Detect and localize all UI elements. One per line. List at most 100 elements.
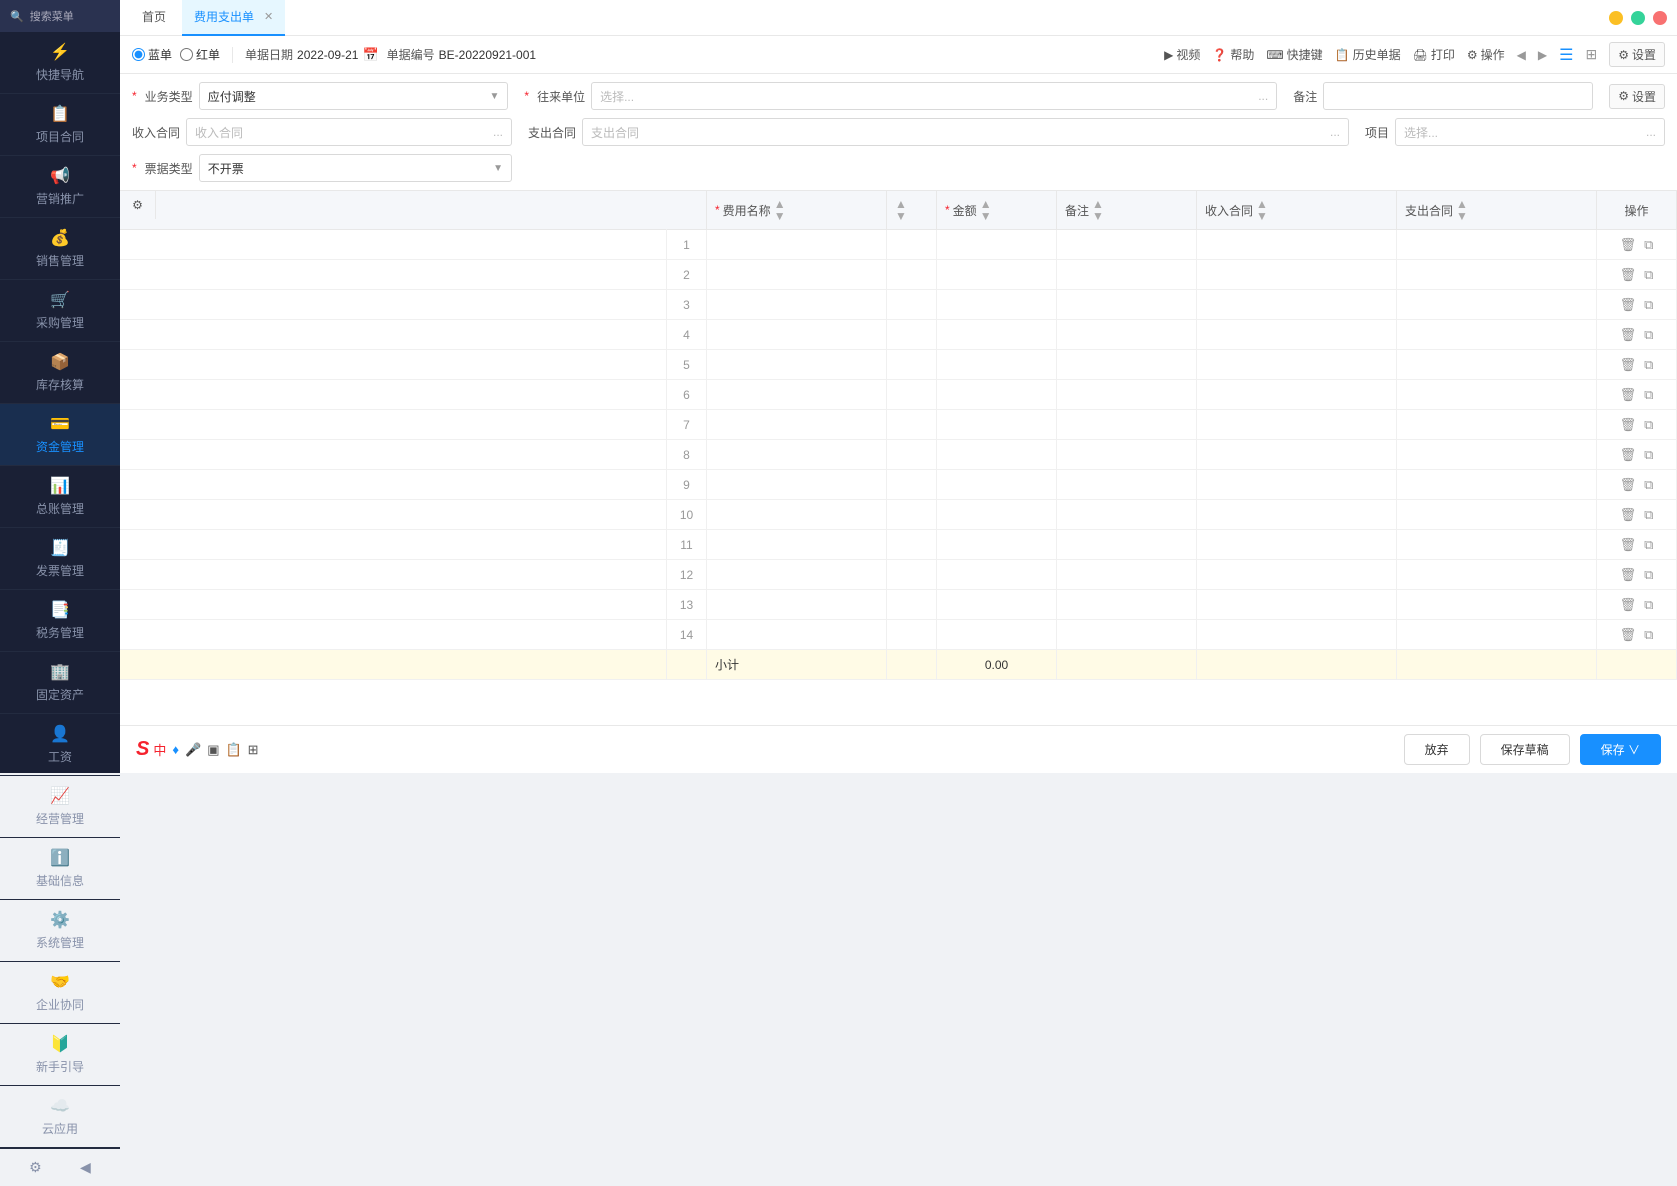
tab-close-expense-bill[interactable]: ✕ bbox=[264, 10, 273, 23]
delete-icon[interactable]: 🗑 bbox=[1620, 267, 1637, 283]
row-expense-contract[interactable] bbox=[1397, 380, 1597, 410]
copy-icon[interactable]: ⧉ bbox=[1644, 477, 1653, 493]
row-amount[interactable] bbox=[937, 350, 1057, 380]
delete-icon[interactable]: 🗑 bbox=[1620, 357, 1637, 373]
row-expense-name[interactable] bbox=[707, 260, 887, 290]
copy-icon[interactable]: ⧉ bbox=[1644, 507, 1653, 523]
radio-blue[interactable]: 蓝单 bbox=[132, 46, 172, 63]
sidebar-item-capital-mgmt[interactable]: 💳 资金管理 bbox=[0, 404, 120, 466]
income-contract-input[interactable]: 收入合同 ... bbox=[186, 118, 512, 146]
expense-contract-input[interactable]: 支出合同 ... bbox=[582, 118, 1349, 146]
copy-icon[interactable]: ⧉ bbox=[1644, 267, 1653, 283]
settings-icon[interactable]: ⚙ bbox=[29, 1159, 42, 1176]
row-note[interactable] bbox=[1057, 230, 1197, 260]
row-expense-name[interactable] bbox=[707, 320, 887, 350]
copy-icon[interactable]: ⧉ bbox=[1644, 567, 1653, 583]
nav-prev[interactable]: ◀ bbox=[1517, 48, 1526, 62]
view-list-icon[interactable]: ☰ bbox=[1559, 45, 1573, 65]
row-note[interactable] bbox=[1057, 500, 1197, 530]
row-amount[interactable] bbox=[937, 440, 1057, 470]
calendar-icon[interactable]: 📅 bbox=[362, 47, 378, 63]
row-note[interactable] bbox=[1057, 290, 1197, 320]
brand-icon-5[interactable]: 📋 bbox=[225, 742, 241, 758]
sidebar-item-invoice-mgmt[interactable]: 🧾 发票管理 bbox=[0, 528, 120, 590]
copy-icon[interactable]: ⧉ bbox=[1644, 627, 1653, 643]
ops-action[interactable]: ⚙ 操作 bbox=[1467, 46, 1505, 63]
row-expense-name[interactable] bbox=[707, 350, 887, 380]
brand-icon-6[interactable]: ⊞ bbox=[248, 742, 259, 758]
th-income-contract[interactable]: 收入合同 ▲▼ bbox=[1197, 191, 1397, 230]
row-amount[interactable] bbox=[937, 290, 1057, 320]
th-settings[interactable]: ⚙ bbox=[120, 191, 156, 219]
th-note[interactable]: 备注 ▲▼ bbox=[1057, 191, 1197, 230]
sidebar-search[interactable]: 🔍 搜索菜单 bbox=[0, 0, 120, 32]
row-amount[interactable] bbox=[937, 380, 1057, 410]
row-expense-name[interactable] bbox=[707, 500, 887, 530]
th-sort[interactable]: ▲▼ bbox=[887, 191, 937, 230]
counterpart-input[interactable]: 选择... ... bbox=[591, 82, 1277, 110]
delete-icon[interactable]: 🗑 bbox=[1620, 237, 1637, 253]
row-expense-name[interactable] bbox=[707, 620, 887, 650]
delete-icon[interactable]: 🗑 bbox=[1620, 537, 1637, 553]
save-draft-button[interactable]: 保存草稿 bbox=[1480, 734, 1570, 765]
radio-red[interactable]: 红单 bbox=[180, 46, 220, 63]
row-amount[interactable] bbox=[937, 470, 1057, 500]
row-note[interactable] bbox=[1057, 530, 1197, 560]
help-action[interactable]: ❓ 帮助 bbox=[1212, 46, 1254, 63]
row-income-contract[interactable] bbox=[1197, 380, 1397, 410]
row-income-contract[interactable] bbox=[1197, 590, 1397, 620]
sidebar-item-quick-nav[interactable]: ⚡ 快捷导航 bbox=[0, 32, 120, 94]
print-action[interactable]: 🖨 打印 bbox=[1413, 46, 1455, 63]
row-amount[interactable] bbox=[937, 560, 1057, 590]
row-expense-contract[interactable] bbox=[1397, 440, 1597, 470]
delete-icon[interactable]: 🗑 bbox=[1620, 567, 1637, 583]
copy-icon[interactable]: ⧉ bbox=[1644, 417, 1653, 433]
copy-icon[interactable]: ⧉ bbox=[1644, 597, 1653, 613]
video-action[interactable]: ▶ 视频 bbox=[1164, 46, 1200, 63]
project-input[interactable]: 选择... ... bbox=[1395, 118, 1665, 146]
sidebar-item-purchase-mgmt[interactable]: 🛒 采购管理 bbox=[0, 280, 120, 342]
sidebar-item-tax-mgmt[interactable]: 📑 税务管理 bbox=[0, 590, 120, 652]
history-action[interactable]: 📋 历史单据 bbox=[1335, 46, 1401, 63]
row-expense-name[interactable] bbox=[707, 470, 887, 500]
row-amount[interactable] bbox=[937, 410, 1057, 440]
row-expense-contract[interactable] bbox=[1397, 620, 1597, 650]
copy-icon[interactable]: ⧉ bbox=[1644, 237, 1653, 253]
row-expense-name[interactable] bbox=[707, 560, 887, 590]
brand-icon-3[interactable]: 🎤 bbox=[185, 742, 201, 758]
row-amount[interactable] bbox=[937, 590, 1057, 620]
form-setting-btn[interactable]: ⚙ 设置 bbox=[1609, 84, 1665, 109]
row-expense-name[interactable] bbox=[707, 380, 887, 410]
row-expense-name[interactable] bbox=[707, 230, 887, 260]
view-grid-icon[interactable]: ⊞ bbox=[1585, 46, 1597, 63]
row-income-contract[interactable] bbox=[1197, 560, 1397, 590]
tab-expense-bill[interactable]: 费用支出单✕ bbox=[182, 0, 285, 36]
shortcut-action[interactable]: ⌨ 快捷键 bbox=[1266, 46, 1322, 63]
row-expense-contract[interactable] bbox=[1397, 590, 1597, 620]
row-income-contract[interactable] bbox=[1197, 260, 1397, 290]
row-note[interactable] bbox=[1057, 320, 1197, 350]
collapse-icon[interactable]: ◀ bbox=[80, 1159, 91, 1176]
row-note[interactable] bbox=[1057, 560, 1197, 590]
win-minimize[interactable] bbox=[1609, 11, 1623, 25]
brand-icon-4[interactable]: ▣ bbox=[207, 742, 219, 758]
number-value[interactable]: BE-20220921-001 bbox=[439, 48, 536, 62]
sidebar-item-marketing[interactable]: 📢 营销推广 bbox=[0, 156, 120, 218]
brand-icon-2[interactable]: ♦ bbox=[172, 742, 179, 757]
save-button[interactable]: 保存 ∨ bbox=[1580, 734, 1661, 765]
sidebar-item-sales-mgmt[interactable]: 💰 销售管理 bbox=[0, 218, 120, 280]
setting-btn[interactable]: ⚙ 设置 bbox=[1609, 42, 1665, 67]
row-income-contract[interactable] bbox=[1197, 410, 1397, 440]
delete-icon[interactable]: 🗑 bbox=[1620, 507, 1637, 523]
row-amount[interactable] bbox=[937, 530, 1057, 560]
row-income-contract[interactable] bbox=[1197, 470, 1397, 500]
sidebar-item-inventory[interactable]: 📦 库存核算 bbox=[0, 342, 120, 404]
sidebar-item-project-contract[interactable]: 📋 项目合同 bbox=[0, 94, 120, 156]
row-note[interactable] bbox=[1057, 470, 1197, 500]
date-value[interactable]: 2022-09-21 bbox=[297, 48, 358, 62]
delete-icon[interactable]: 🗑 bbox=[1620, 597, 1637, 613]
row-income-contract[interactable] bbox=[1197, 290, 1397, 320]
th-amount[interactable]: * 金额 ▲▼ bbox=[937, 191, 1057, 230]
row-amount[interactable] bbox=[937, 620, 1057, 650]
row-income-contract[interactable] bbox=[1197, 350, 1397, 380]
